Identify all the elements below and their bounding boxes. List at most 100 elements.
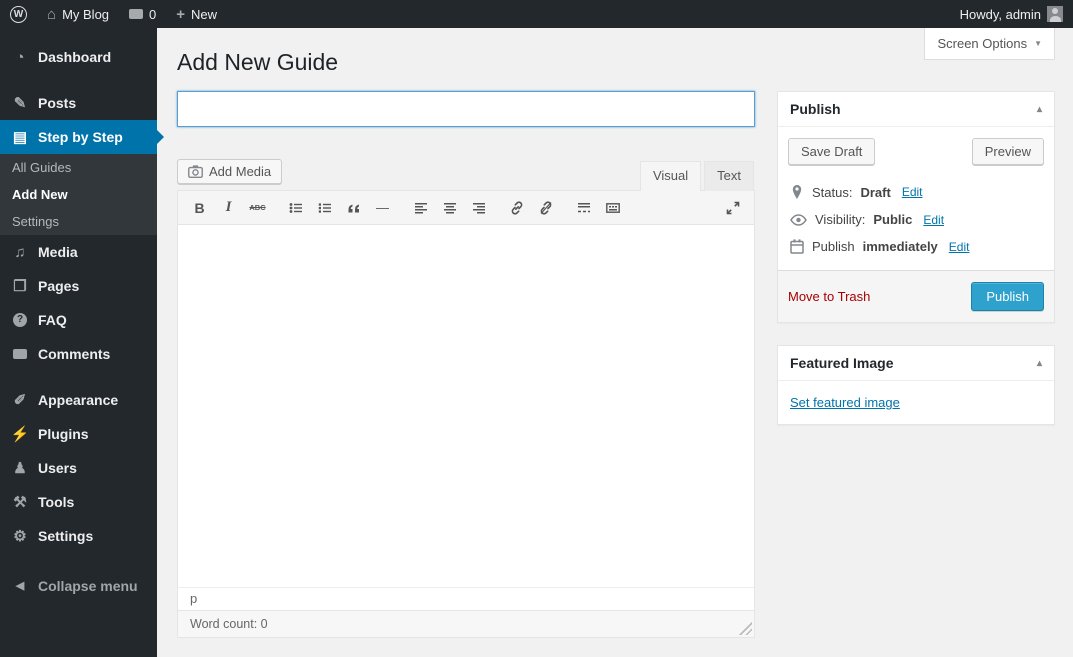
plugins-icon: ⚡ xyxy=(10,425,30,443)
howdy-label: Howdy, admin xyxy=(959,6,1041,22)
align-right-button[interactable] xyxy=(465,195,492,220)
publish-button[interactable]: Publish xyxy=(971,282,1044,311)
italic-icon: I xyxy=(225,199,232,215)
wordpress-logo-icon: W xyxy=(10,5,27,23)
sidebar-item-label: Pages xyxy=(38,278,80,294)
admin-bar-comments-link[interactable]: 0 xyxy=(119,0,166,28)
visibility-value: Public xyxy=(873,212,913,227)
users-icon: ♟ xyxy=(13,459,27,477)
eye-icon xyxy=(790,213,807,226)
insert-link-button[interactable] xyxy=(503,195,530,220)
sidebar-item-media[interactable]: ♫ Media xyxy=(0,235,157,269)
fullscreen-icon xyxy=(726,201,739,214)
sidebar-item-faq[interactable]: ? FAQ xyxy=(0,303,157,337)
element-path-value: p xyxy=(190,591,198,606)
horizontal-rule-icon: — xyxy=(376,200,389,215)
sidebar-item-label: FAQ xyxy=(38,312,67,328)
sidebar-item-label: Users xyxy=(38,460,77,476)
sidebar-item-comments[interactable]: Comments xyxy=(0,337,157,371)
plus-icon: + xyxy=(176,5,186,23)
collapse-arrow-icon: ◀ xyxy=(15,579,25,592)
sidebar-item-pages[interactable]: ❐ Pages xyxy=(0,269,157,303)
align-right-icon xyxy=(472,202,485,213)
blockquote-icon xyxy=(348,204,359,212)
step-by-step-submenu: All Guides Add New Settings xyxy=(0,154,157,235)
submenu-add-new[interactable]: Add New xyxy=(0,181,157,208)
featured-image-title: Featured Image xyxy=(790,355,894,371)
collapse-toggle-icon[interactable]: ▴ xyxy=(1037,358,1042,369)
bulleted-list-button[interactable] xyxy=(282,195,309,220)
sidebar-item-settings[interactable]: ⚙ Settings xyxy=(0,519,157,553)
sidebar-item-step-by-step[interactable]: ▤ Step by Step xyxy=(0,120,164,154)
numbered-list-button[interactable] xyxy=(311,195,338,220)
numbered-list-icon xyxy=(318,202,331,213)
collapse-menu-button[interactable]: ◀ Collapse menu xyxy=(0,569,157,603)
screen-options-button[interactable]: Screen Options ▼ xyxy=(924,28,1055,60)
add-media-label: Add Media xyxy=(209,164,272,179)
tab-text[interactable]: Text xyxy=(704,161,754,191)
unlink-icon xyxy=(540,200,551,215)
word-count-label: Word count: xyxy=(190,617,258,631)
editor-mode-tabs: Visual Text xyxy=(639,161,754,191)
schedule-row: Publish immediately Edit xyxy=(790,233,1042,260)
align-center-icon xyxy=(443,202,456,213)
collapse-toggle-icon[interactable]: ▴ xyxy=(1037,104,1042,115)
submenu-all-guides[interactable]: All Guides xyxy=(0,154,157,181)
align-center-button[interactable] xyxy=(436,195,463,220)
pin-icon xyxy=(792,185,802,199)
schedule-value: immediately xyxy=(862,239,938,254)
sidebar-item-tools[interactable]: ⚒ Tools xyxy=(0,485,157,519)
publish-postbox-header[interactable]: Publish ▴ xyxy=(778,92,1054,127)
strikethrough-button[interactable]: ABC xyxy=(244,195,271,220)
howdy-account-menu[interactable]: Howdy, admin xyxy=(950,0,1073,28)
edit-visibility-link[interactable]: Edit xyxy=(923,213,944,227)
editor: B I ABC — p Word count: 0 xyxy=(177,190,755,638)
sidebar-item-label: Posts xyxy=(38,95,77,111)
media-icon: ♫ xyxy=(14,243,26,261)
comment-count: 0 xyxy=(149,6,157,22)
align-left-button[interactable] xyxy=(407,195,434,220)
remove-link-button[interactable] xyxy=(532,195,559,220)
sidebar-item-posts[interactable]: ✎ Posts xyxy=(0,86,157,120)
italic-button[interactable]: I xyxy=(215,195,242,220)
add-media-button[interactable]: Add Media xyxy=(177,159,283,184)
tools-icon: ⚒ xyxy=(13,493,27,511)
sidebar-item-dashboard[interactable]: ◔ Dashboard xyxy=(0,40,157,74)
editor-status-bar: Word count: 0 xyxy=(178,610,754,637)
site-name-label: My Blog xyxy=(62,6,110,22)
read-more-tag-button[interactable] xyxy=(570,195,597,220)
featured-image-postbox: Featured Image ▴ Set featured image xyxy=(777,345,1055,425)
home-icon: ⌂ xyxy=(47,5,57,23)
move-to-trash-link[interactable]: Move to Trash xyxy=(788,289,870,304)
save-draft-button[interactable]: Save Draft xyxy=(788,138,876,165)
featured-image-postbox-header[interactable]: Featured Image ▴ xyxy=(778,346,1054,381)
horizontal-rule-button[interactable]: — xyxy=(369,195,396,220)
faq-icon: ? xyxy=(10,313,30,327)
tab-visual[interactable]: Visual xyxy=(639,161,702,191)
sidebar-item-appearance[interactable]: ✐ Appearance xyxy=(0,383,157,417)
preview-button[interactable]: Preview xyxy=(971,138,1044,165)
blockquote-button[interactable] xyxy=(340,195,367,220)
sidebar-item-plugins[interactable]: ⚡ Plugins xyxy=(0,417,157,451)
bold-button[interactable]: B xyxy=(186,195,213,220)
page-title: Add New Guide xyxy=(177,49,339,75)
toolbar-toggle-button[interactable] xyxy=(599,195,626,220)
editor-toolbar: B I ABC — xyxy=(178,191,754,225)
wordpress-logo-menu[interactable]: W xyxy=(0,0,37,28)
edit-status-link[interactable]: Edit xyxy=(902,185,923,199)
distraction-free-button[interactable] xyxy=(719,195,746,220)
set-featured-image-link[interactable]: Set featured image xyxy=(790,395,900,410)
submenu-settings[interactable]: Settings xyxy=(0,208,157,235)
sidebar-item-users[interactable]: ♟ Users xyxy=(0,451,157,485)
editor-resize-handle[interactable] xyxy=(737,620,752,635)
editor-content-area[interactable] xyxy=(178,225,754,587)
editor-element-path: p xyxy=(178,587,754,610)
sidebar-item-label: Tools xyxy=(38,494,75,510)
link-icon xyxy=(511,200,522,215)
edit-schedule-link[interactable]: Edit xyxy=(949,240,970,254)
sidebar-item-label: Appearance xyxy=(38,392,119,408)
status-label: Status: xyxy=(812,184,853,200)
site-name-link[interactable]: ⌂ My Blog xyxy=(37,0,119,28)
post-title-input[interactable] xyxy=(177,91,755,127)
admin-bar-new-link[interactable]: + New xyxy=(166,0,227,28)
